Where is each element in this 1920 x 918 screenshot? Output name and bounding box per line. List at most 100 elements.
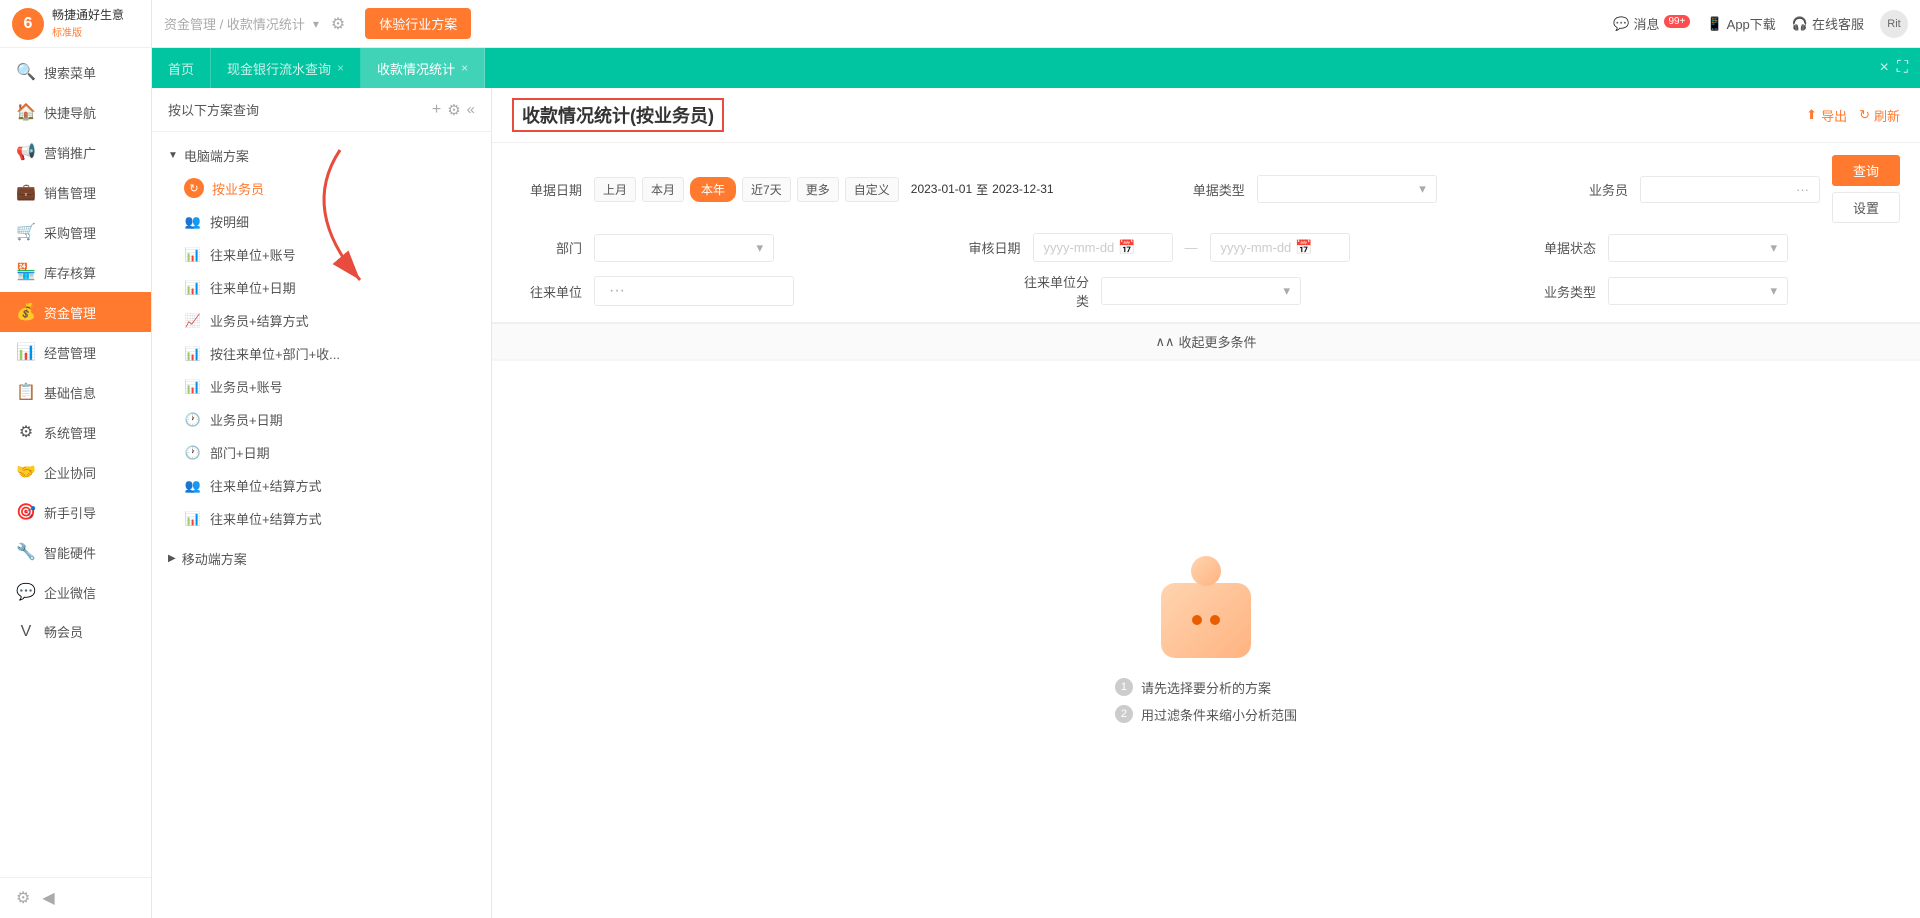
sidebar-item-search[interactable]: 🔍 搜索菜单 <box>0 52 151 92</box>
tabbar-spacer <box>485 48 1867 88</box>
sidebar-item-marketing[interactable]: 📢 营销推广 <box>0 132 151 172</box>
content-area: 按以下方案查询 + ⚙ « ▼ 电脑端方案 ↻ 按业务员 <box>152 88 1920 918</box>
footer-settings-icon[interactable]: ⚙ <box>16 888 30 908</box>
dept-date-icon: 🕐 <box>184 444 202 462</box>
tab-bank-flow-close[interactable]: × <box>337 61 344 75</box>
triangle-icon: ▼ <box>168 150 178 161</box>
step-item-2: 2 用过滤条件来缩小分析范围 <box>1115 705 1297 724</box>
export-button[interactable]: ⬆ 导出 <box>1806 106 1847 125</box>
scheme-item-detail[interactable]: 👥 按明细 <box>152 205 491 238</box>
add-scheme-button[interactable]: + <box>432 101 441 119</box>
settings-gear-icon[interactable]: ⚙ <box>327 10 349 38</box>
user-avatar-area[interactable]: Rit <box>1880 10 1908 38</box>
message-icon: 💬 <box>1613 16 1629 32</box>
date-btn-more[interactable]: 更多 <box>797 177 839 202</box>
sidebar-item-basic[interactable]: 📋 基础信息 <box>0 372 151 412</box>
online-service-button[interactable]: 🎧 在线客服 <box>1792 14 1864 33</box>
scheme-item-partner-payment1[interactable]: 👥 往来单位+结算方式 <box>152 469 491 502</box>
scheme-item-partner-account[interactable]: 📊 往来单位+账号 <box>152 238 491 271</box>
biz-type-select[interactable]: ▾ <box>1608 277 1788 305</box>
scheme-item-salesman-payment[interactable]: 📈 业务员+结算方式 <box>152 304 491 337</box>
partner-select[interactable]: ··· <box>594 276 794 306</box>
date-btn-custom[interactable]: 自定义 <box>845 177 899 202</box>
scheme-item-partner-dept-label: 按往来单位+部门+收... <box>210 344 340 363</box>
sidebar-item-wechat[interactable]: 💬 企业微信 <box>0 572 151 612</box>
filter-settings-button[interactable]: 设置 <box>1832 192 1900 223</box>
scheme-item-salesman-date[interactable]: 🕐 业务员+日期 <box>152 403 491 436</box>
date-btn-this-month[interactable]: 本月 <box>642 177 684 202</box>
sidebar-item-member[interactable]: V 畅会员 <box>0 612 151 651</box>
refresh-button[interactable]: ↻ 刷新 <box>1859 106 1900 125</box>
basic-icon: 📋 <box>16 382 36 402</box>
review-date-start[interactable]: yyyy-mm-dd 📅 <box>1033 233 1173 262</box>
scheme-settings-icon[interactable]: ⚙ <box>447 101 460 119</box>
sidebar-item-finance-label: 资金管理 <box>44 303 96 322</box>
sidebar-item-operations[interactable]: 📊 经营管理 <box>0 332 151 372</box>
member-icon: V <box>16 623 36 641</box>
scheme-item-partner-dept[interactable]: 📊 按往来单位+部门+收... <box>152 337 491 370</box>
page-title: 收款情况统计(按业务员) <box>512 98 724 132</box>
review-date-start-text: yyyy-mm-dd <box>1044 240 1115 255</box>
tabbar-close-all-icon[interactable]: × <box>1879 59 1888 77</box>
calendar-icon-end: 📅 <box>1295 239 1312 256</box>
sidebar-item-guide-label: 新手引导 <box>44 503 96 522</box>
empty-state: 1 请先选择要分析的方案 2 用过滤条件来缩小分析范围 <box>492 361 1920 918</box>
tab-home[interactable]: 首页 <box>152 48 211 88</box>
sidebar-item-finance[interactable]: 💰 资金管理 <box>0 292 151 332</box>
step-num-2: 2 <box>1115 705 1133 723</box>
scheme-item-partner-payment2[interactable]: 📊 往来单位+结算方式 <box>152 502 491 535</box>
doc-status-select[interactable]: ▾ <box>1608 234 1788 262</box>
partner-category-select[interactable]: ▾ <box>1101 277 1301 305</box>
left-panel: 按以下方案查询 + ⚙ « ▼ 电脑端方案 ↻ 按业务员 <box>152 88 492 918</box>
footer-collapse-icon[interactable]: ◀ <box>42 888 54 908</box>
tab-bank-flow[interactable]: 现金银行流水查询 × <box>211 48 361 88</box>
partner-dept-icon: 📊 <box>184 345 202 363</box>
tab-collection-stats-close[interactable]: × <box>461 61 468 75</box>
date-btn-7days[interactable]: 近7天 <box>742 177 791 202</box>
biz-type-label: 业务类型 <box>1526 282 1596 301</box>
partner-more-dots[interactable]: ··· <box>609 282 625 300</box>
scheme-item-partner-date[interactable]: 📊 往来单位+日期 <box>152 271 491 304</box>
review-date-label: 审核日期 <box>951 238 1021 257</box>
scheme-item-dept-date[interactable]: 🕐 部门+日期 <box>152 436 491 469</box>
sidebar-item-quicknav[interactable]: 🏠 快捷导航 <box>0 92 151 132</box>
sidebar-item-basic-label: 基础信息 <box>44 383 96 402</box>
collapse-bar[interactable]: ∧∧ 收起更多条件 <box>492 323 1920 359</box>
sidebar-item-sales[interactable]: 💼 销售管理 <box>0 172 151 212</box>
sidebar-item-purchase[interactable]: 🛒 采购管理 <box>0 212 151 252</box>
breadcrumb-chevron[interactable]: ▾ <box>313 17 319 31</box>
sidebar-item-enterprise[interactable]: 🤝 企业协同 <box>0 452 151 492</box>
partner-date-icon: 📊 <box>184 279 202 297</box>
date-btn-this-year[interactable]: 本年 <box>690 177 736 202</box>
trial-button[interactable]: 体验行业方案 <box>365 8 471 39</box>
doc-type-select[interactable]: ▾ <box>1257 175 1437 203</box>
mobile-section-header[interactable]: ▶ 移动端方案 <box>152 543 491 574</box>
partner-payment2-icon: 📊 <box>184 510 202 528</box>
scheme-item-salesman[interactable]: ↻ 按业务员 <box>152 171 491 205</box>
sidebar-footer: ⚙ ◀ <box>0 877 151 918</box>
empty-illustration <box>1146 548 1266 658</box>
date-btn-last-month[interactable]: 上月 <box>594 177 636 202</box>
empty-state-content: 1 请先选择要分析的方案 2 用过滤条件来缩小分析范围 <box>1115 548 1297 732</box>
sidebar-item-system[interactable]: ⚙ 系统管理 <box>0 412 151 452</box>
bot-eye-right <box>1210 615 1220 625</box>
collapse-panel-icon[interactable]: « <box>467 101 475 119</box>
review-date-end[interactable]: yyyy-mm-dd 📅 <box>1210 233 1350 262</box>
calendar-icon-start: 📅 <box>1118 239 1135 256</box>
query-button[interactable]: 查询 <box>1832 155 1900 186</box>
salesman-select[interactable]: ··· <box>1640 176 1820 203</box>
filter-row-1: 单据日期 上月 本月 本年 近7天 更多 自定义 2023-01-01 至 20… <box>512 155 1900 223</box>
app-download-button[interactable]: 📱 App下载 <box>1706 14 1775 33</box>
sidebar-item-guide[interactable]: 🎯 新手引导 <box>0 492 151 532</box>
headset-icon: 🎧 <box>1792 16 1808 32</box>
tabbar-expand-icon[interactable]: ⛶ <box>1897 59 1908 77</box>
messages-button[interactable]: 💬 消息 99+ <box>1613 14 1690 33</box>
scheme-item-salesman-account[interactable]: 📊 业务员+账号 <box>152 370 491 403</box>
bot-eyes <box>1192 615 1220 625</box>
sidebar-item-hardware[interactable]: 🔧 智能硬件 <box>0 532 151 572</box>
tab-collection-stats[interactable]: 收款情况统计 × <box>361 48 485 88</box>
dept-select[interactable]: ▾ <box>594 234 774 262</box>
purchase-icon: 🛒 <box>16 222 36 242</box>
partner-category-label: 往来单位分类 <box>1019 272 1089 310</box>
sidebar-item-inventory[interactable]: 🏪 库存核算 <box>0 252 151 292</box>
